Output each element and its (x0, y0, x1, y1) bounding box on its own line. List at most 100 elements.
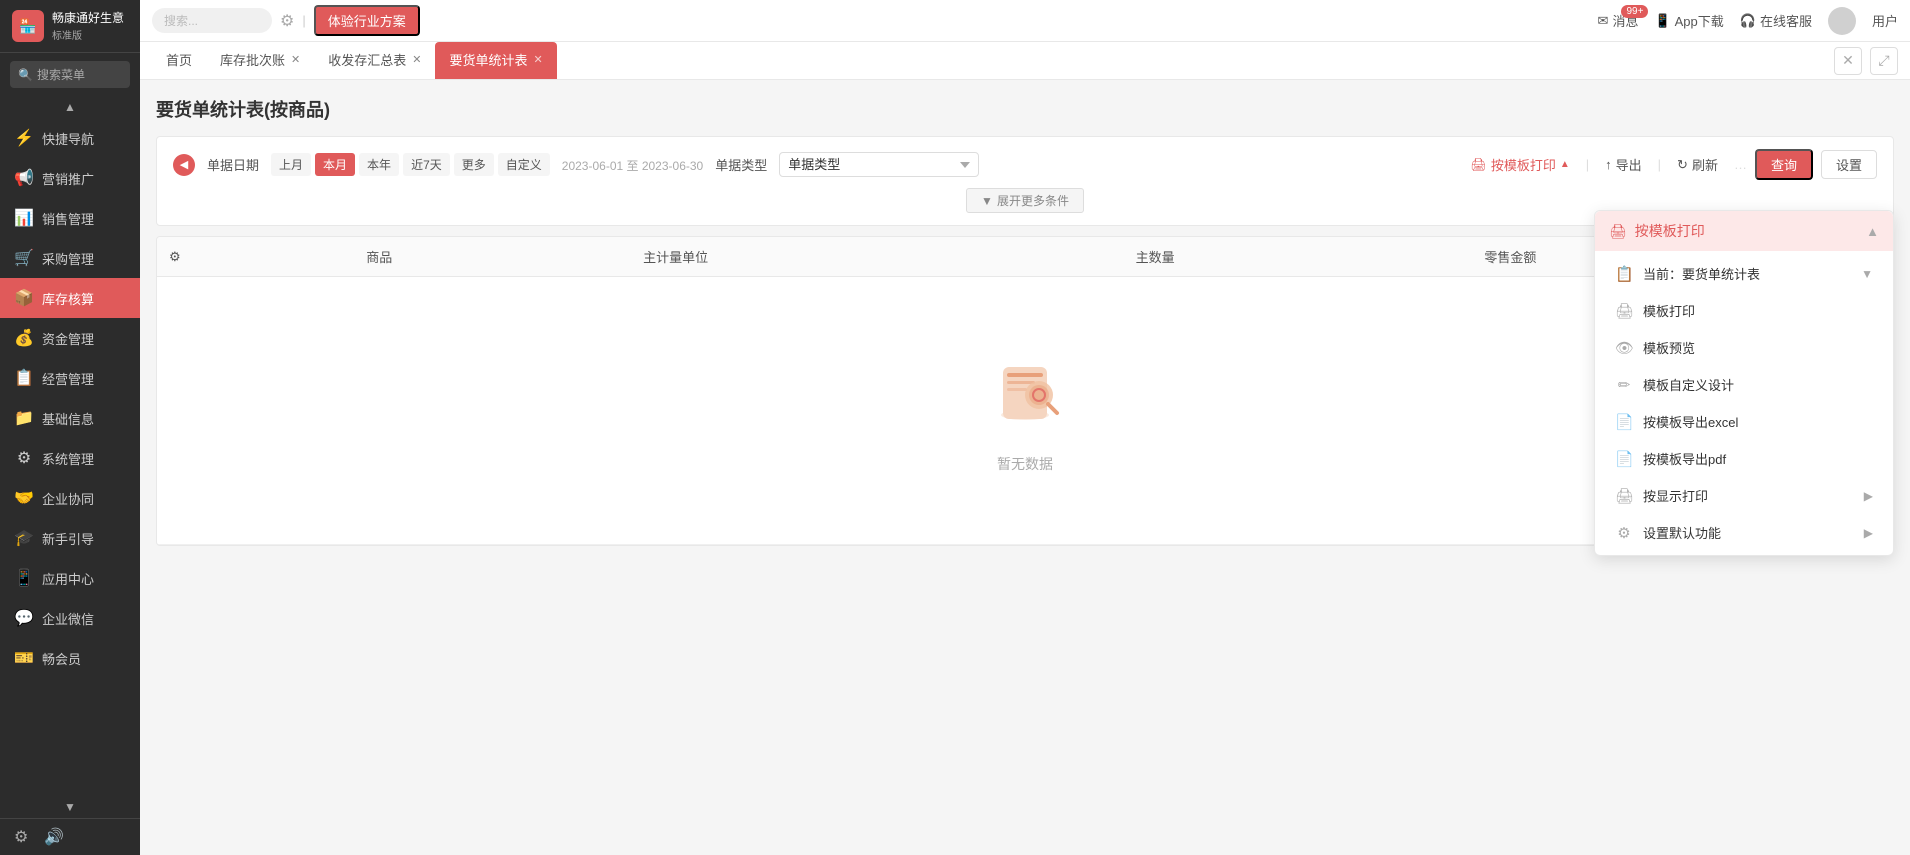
user-avatar[interactable] (1828, 7, 1856, 35)
print-dropdown-header-right: ▲ (1866, 224, 1879, 239)
sidebar-item-guide[interactable]: 🎓 新手引导 (0, 518, 140, 558)
topbar-right: ✉ 消息 99+ 📱 App下载 🎧 在线客服 用户 (1598, 7, 1898, 35)
volume-icon[interactable]: 🔊 (44, 827, 64, 847)
headset-icon: 🎧 (1740, 13, 1756, 29)
order-type-select[interactable]: 单据类型 (779, 152, 979, 177)
online-service-btn[interactable]: 🎧 在线客服 (1740, 11, 1812, 30)
refresh-btn[interactable]: ↻ 刷新 (1669, 151, 1726, 178)
sidebar-item-inventory[interactable]: 📦 库存核算 (0, 278, 140, 318)
search-menu-label: 搜索菜单 (37, 66, 85, 83)
tab-batch[interactable]: 库存批次账 ✕ (206, 42, 314, 79)
sidebar-item-sales[interactable]: 📊 销售管理 (0, 198, 140, 238)
app-download-btn[interactable]: 📱 App下载 (1654, 11, 1723, 30)
template-pdf-item[interactable]: 📄 按模板导出pdf (1595, 440, 1893, 477)
template-excel-icon: 📄 (1615, 413, 1633, 431)
sidebar-item-basic[interactable]: 📁 基础信息 (0, 398, 140, 438)
col-settings[interactable]: ⚙ (157, 237, 354, 277)
maximize-btn[interactable]: ⤢ (1870, 47, 1898, 75)
sidebar-item-system[interactable]: ⚙ 系统管理 (0, 438, 140, 478)
guide-icon: 🎓 (14, 528, 34, 548)
print-dropdown-title-area: 🖨 按模板打印 (1609, 221, 1705, 241)
tab-home[interactable]: 首页 (152, 42, 206, 79)
default-fn-group[interactable]: ⚙ 设置默认功能 ▶ (1595, 514, 1893, 551)
template-print-icon: 🖨 (1615, 302, 1633, 320)
sidebar-item-finance[interactable]: 💰 资金管理 (0, 318, 140, 358)
template-design-item[interactable]: ✏ 模板自定义设计 (1595, 366, 1893, 403)
tab-receivables[interactable]: 收发存汇总表 ✕ (314, 42, 435, 79)
sidebar-item-operations[interactable]: 📋 经营管理 (0, 358, 140, 398)
tab-batch-close[interactable]: ✕ (291, 53, 300, 66)
date-btn-prev-month[interactable]: 上月 (271, 153, 311, 176)
expand-icon: ▼ (981, 194, 993, 208)
printer-icon: 🖨 (1470, 157, 1487, 173)
scroll-down-btn[interactable]: ▼ (0, 796, 140, 818)
template-excel-item[interactable]: 📄 按模板导出excel (1595, 403, 1893, 440)
date-btn-week[interactable]: 近7天 (403, 153, 450, 176)
print-dropdown-header[interactable]: 🖨 按模板打印 ▲ (1595, 211, 1893, 251)
topbar: 搜索... ⚙ | 体验行业方案 ✉ 消息 99+ 📱 App下载 🎧 在线客服… (140, 0, 1910, 42)
chevron-up-dropdown-icon: ▲ (1866, 224, 1879, 239)
query-btn[interactable]: 查询 (1755, 149, 1813, 180)
display-print-icon: 🖨 (1615, 487, 1633, 505)
expand-conditions-btn[interactable]: ▼ 展开更多条件 (966, 188, 1084, 213)
sidebar-label-member: 畅会员 (42, 649, 81, 668)
sidebar-item-collab[interactable]: 🤝 企业协同 (0, 478, 140, 518)
template-preview-item[interactable]: 👁 模板预览 (1595, 329, 1893, 366)
print-template-btn[interactable]: 🖨 按模板打印 ▲ (1462, 151, 1577, 178)
wechat-icon: 💬 (14, 608, 34, 628)
current-template-item[interactable]: 📋 当前：要货单统计表 ▼ (1595, 255, 1893, 292)
tab-receivables-close[interactable]: ✕ (412, 53, 421, 66)
sidebar-label-inventory: 库存核算 (42, 289, 94, 308)
tab-order-stat[interactable]: 要货单统计表 ✕ (435, 42, 556, 79)
date-label: 单据日期 (207, 155, 259, 174)
display-print-left: 🖨 按显示打印 (1615, 486, 1708, 505)
tab-receivables-label: 收发存汇总表 (328, 50, 406, 69)
sidebar-item-wechat[interactable]: 💬 企业微信 (0, 598, 140, 638)
finance-icon: 💰 (14, 328, 34, 348)
display-print-group[interactable]: 🖨 按显示打印 ▶ (1595, 477, 1893, 514)
template-pdf-label: 按模板导出pdf (1643, 449, 1726, 468)
col-unit: 主计量单位 (631, 237, 1124, 277)
filter-toolbar: 🖨 按模板打印 ▲ | ↑ 导出 | ↻ 刷新 … 查询 (1462, 149, 1877, 180)
collapse-toggle-btn[interactable]: ◀ (173, 154, 195, 176)
tab-order-stat-close[interactable]: ✕ (534, 53, 543, 66)
scroll-up-btn[interactable]: ▲ (0, 96, 140, 118)
close-window-btn[interactable]: ✕ (1834, 47, 1862, 75)
sidebar-item-member[interactable]: 🎫 畅会员 (0, 638, 140, 678)
current-template-icon: 📋 (1615, 265, 1633, 283)
marketing-icon: 📢 (14, 168, 34, 188)
settings-icon[interactable]: ⚙ (14, 827, 28, 847)
sidebar-item-quicknav[interactable]: ⚡ 快捷导航 (0, 118, 140, 158)
template-print-item[interactable]: 🖨 模板打印 (1595, 292, 1893, 329)
trial-btn[interactable]: 体验行业方案 (314, 5, 420, 36)
date-btn-custom[interactable]: 自定义 (498, 153, 550, 176)
inventory-icon: 📦 (14, 288, 34, 308)
sidebar: 🏪 畅康通好生意 标准版 🔍 搜索菜单 ▲ ⚡ 快捷导航 📢 营销推广 📊 销售… (0, 0, 140, 855)
print-dropdown-title: 按模板打印 (1635, 221, 1705, 241)
sidebar-label-basic: 基础信息 (42, 409, 94, 428)
date-btn-more[interactable]: 更多 (454, 153, 494, 176)
sidebar-item-apps[interactable]: 📱 应用中心 (0, 558, 140, 598)
date-btn-cur-month[interactable]: 本月 (315, 153, 355, 176)
export-btn[interactable]: ↑ 导出 (1597, 151, 1650, 178)
empty-text: 暂无数据 (997, 454, 1053, 474)
sidebar-label-finance: 资金管理 (42, 329, 94, 348)
template-excel-label: 按模板导出excel (1643, 412, 1738, 431)
username-label: 用户 (1872, 11, 1898, 30)
sidebar-item-purchase[interactable]: 🛒 采购管理 (0, 238, 140, 278)
date-range-text: 2023-06-01 至 2023-06-30 (562, 157, 703, 174)
message-badge: 99+ (1621, 5, 1648, 18)
template-preview-icon: 👁 (1615, 339, 1633, 357)
default-fn-label: 设置默认功能 (1643, 523, 1721, 542)
col-product: 商品 (354, 237, 631, 277)
sidebar-nav: ⚡ 快捷导航 📢 营销推广 📊 销售管理 🛒 采购管理 📦 库存核算 💰 资金管… (0, 118, 140, 796)
date-btn-cur-year[interactable]: 本年 (359, 153, 399, 176)
topbar-gear-icon[interactable]: ⚙ (280, 11, 294, 31)
page-title: 要货单统计表(按商品) (156, 96, 1894, 122)
topbar-search[interactable]: 搜索... (152, 8, 272, 33)
system-icon: ⚙ (14, 448, 34, 468)
search-menu[interactable]: 🔍 搜索菜单 (10, 61, 130, 88)
message-btn[interactable]: ✉ 消息 99+ (1598, 11, 1639, 30)
sidebar-item-marketing[interactable]: 📢 营销推广 (0, 158, 140, 198)
settings-config-btn[interactable]: 设置 (1821, 150, 1877, 179)
